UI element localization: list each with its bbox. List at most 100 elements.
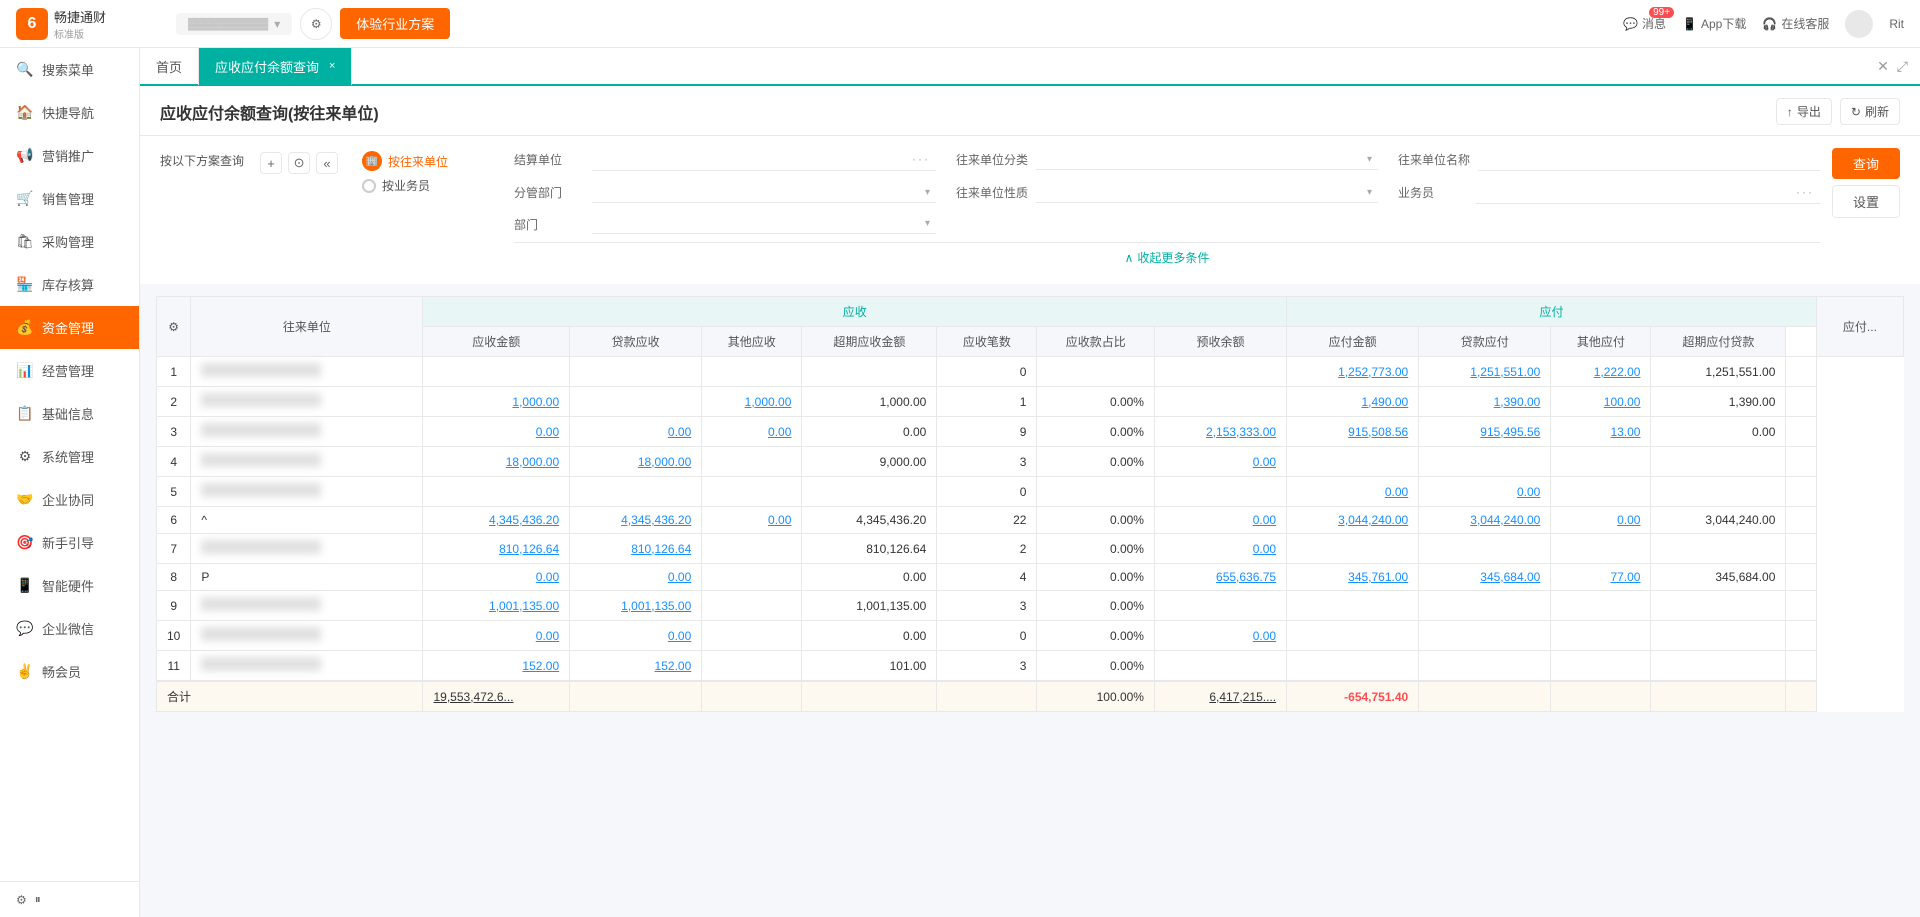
- app-download-btn[interactable]: 📱 App下载: [1682, 15, 1746, 32]
- sidebar-item-purchase[interactable]: 🛍 采购管理: [0, 220, 139, 263]
- sidebar-label-inventory: 库存核算: [42, 275, 94, 294]
- industry-solution-button[interactable]: 体验行业方案: [340, 8, 450, 39]
- sidebar-item-marketing[interactable]: 📢 营销推广: [0, 134, 139, 177]
- tab-home[interactable]: 首页: [140, 47, 199, 85]
- filter-field-jiesuan: 结算单位 ···: [514, 148, 936, 171]
- top-bar-right: 💬 消息 99+ 📱 App下载 🎧 在线客服 Rit: [1623, 10, 1904, 38]
- th-ap-other: 其他应付: [1551, 327, 1651, 357]
- top-bar: 6 畅捷通财 标准版 ▓▓▓▓▓▓▓▓▓▓ ▾ ⚙ 体验行业方案 💬 消息 99…: [0, 0, 1920, 48]
- table-body: 101,252,773.001,251,551.001,222.001,251,…: [157, 357, 1904, 682]
- sidebar-item-inventory[interactable]: 🏪 库存核算: [0, 263, 139, 306]
- filter-collapse-btn[interactable]: «: [316, 152, 338, 174]
- filter-field-fenguan: 分管部门 ▾: [514, 181, 936, 204]
- filter-add-btn[interactable]: +: [260, 152, 282, 174]
- wechat-icon: 💬: [16, 620, 34, 637]
- sidebar-item-finance[interactable]: 💰 资金管理: [0, 306, 139, 349]
- enterprise-icon: 🤝: [16, 491, 34, 508]
- total-label: 合计: [157, 681, 423, 712]
- avatar[interactable]: [1845, 10, 1873, 38]
- export-button[interactable]: ↑ 导出: [1776, 98, 1832, 125]
- settings-bottom-icon[interactable]: ⚙: [16, 893, 27, 907]
- tab-ar-ap-label: 应收应付余额查询: [215, 57, 319, 76]
- collapse-icon[interactable]: ⏸: [35, 892, 41, 907]
- table-settings-col[interactable]: ⚙: [157, 297, 191, 357]
- logo-area: 6 畅捷通财 标准版: [16, 7, 156, 41]
- chevron-dept-icon: ▾: [925, 218, 930, 229]
- table-col-ar-group: 应收: [423, 297, 1287, 327]
- settings-icon[interactable]: ⚙: [300, 8, 332, 40]
- sidebar-label-base-info: 基础信息: [42, 404, 94, 423]
- settings-query-button[interactable]: 设置: [1832, 185, 1900, 218]
- filter-input-wanglai-nature[interactable]: ▾: [1036, 183, 1378, 203]
- service-icon: 🎧: [1762, 17, 1777, 31]
- filter-label-dept: 部门: [514, 216, 584, 233]
- tab-ar-ap[interactable]: 应收应付余额查询 ×: [199, 47, 352, 85]
- query-button[interactable]: 查询: [1832, 148, 1900, 179]
- th-ar-loan: 贷款应收: [570, 327, 702, 357]
- messages-btn[interactable]: 💬 消息 99+: [1623, 15, 1666, 32]
- filter-settings-btn[interactable]: ⊙: [288, 152, 310, 174]
- total-ar-ratio: 100.00%: [1037, 681, 1155, 712]
- table-row: 500.000.00: [157, 477, 1904, 507]
- table-row: 418,000.0018,000.009,000.0030.00%0.00: [157, 447, 1904, 477]
- sidebar-label-wechat: 企业微信: [42, 619, 94, 638]
- finance-icon: 💰: [16, 319, 34, 336]
- table-area: ⚙ 往来单位 应收 应付 应付... 应收金额 贷款应收 其他应收 超期应收金额…: [140, 284, 1920, 917]
- sidebar-item-smart-hw[interactable]: 📱 智能硬件: [0, 564, 139, 607]
- sidebar-item-member[interactable]: ✌ 畅会员: [0, 650, 139, 693]
- filter-input-salesman[interactable]: ···: [1476, 181, 1820, 204]
- sidebar-item-wechat[interactable]: 💬 企业微信: [0, 607, 139, 650]
- address-bar[interactable]: ▓▓▓▓▓▓▓▓▓▓ ▾: [176, 13, 292, 35]
- main-content: 首页 应收应付余额查询 × ✕ ⤢ 应收应付余额查询(按往来单位) ↑ 导出: [140, 48, 1920, 917]
- total-ar-amount[interactable]: 19,553,472.6...: [423, 681, 570, 712]
- operations-icon: 📊: [16, 362, 34, 379]
- messages-badge: 99+: [1649, 7, 1674, 18]
- sidebar-label-sales: 销售管理: [42, 189, 94, 208]
- refresh-label: 刷新: [1865, 103, 1889, 120]
- maximize-window-icon[interactable]: ⤢: [1897, 58, 1908, 75]
- sidebar-item-system[interactable]: ⚙ 系统管理: [0, 435, 139, 478]
- refresh-button[interactable]: ↻ 刷新: [1840, 98, 1900, 125]
- export-label: 导出: [1797, 103, 1821, 120]
- filter-input-wanglai-cat[interactable]: ▾: [1036, 150, 1378, 170]
- filter-nav-by-unit[interactable]: 🏢 按往来单位: [362, 148, 482, 174]
- filter-nav-by-staff[interactable]: 按业务员: [362, 174, 482, 197]
- close-window-icon[interactable]: ✕: [1877, 58, 1889, 75]
- sidebar-item-operations[interactable]: 📊 经营管理: [0, 349, 139, 392]
- filter-input-wanglai-name[interactable]: [1478, 148, 1820, 171]
- table-row: 7810,126.64810,126.64810,126.6420.00%0.0…: [157, 534, 1904, 564]
- filter-input-jiesuan[interactable]: ···: [592, 148, 936, 171]
- refresh-icon: ↻: [1851, 105, 1861, 119]
- sidebar-item-quick-nav[interactable]: 🏠 快捷导航: [0, 91, 139, 134]
- page-header: 应收应付余额查询(按往来单位) ↑ 导出 ↻ 刷新: [140, 86, 1920, 136]
- total-ar-prepay[interactable]: 6,417,215....: [1154, 681, 1286, 712]
- sidebar-item-enterprise[interactable]: 🤝 企业协同: [0, 478, 139, 521]
- collapse-more-btn[interactable]: ∧ 收起更多条件: [514, 242, 1820, 272]
- sidebar-item-guide[interactable]: 🎯 新手引导: [0, 521, 139, 564]
- tab-close-icon[interactable]: ×: [329, 60, 335, 72]
- filter-input-fenguan[interactable]: ▾: [592, 183, 936, 203]
- filter-icons: + ⊙ «: [260, 152, 338, 174]
- sidebar-label-search-menu: 搜索菜单: [42, 60, 94, 79]
- page-title: 应收应付余额查询(按往来单位): [160, 100, 379, 124]
- filter-input-dept[interactable]: ▾: [592, 214, 936, 234]
- online-service-btn[interactable]: 🎧 在线客服: [1762, 15, 1829, 32]
- total-row: 合计 19,553,472.6... 100.00% 6,417,215....…: [157, 681, 1904, 712]
- th-ar-overdue: 超期应收金额: [802, 327, 937, 357]
- filter-label-fenguan: 分管部门: [514, 184, 584, 201]
- chevron-up-icon: ∧: [1125, 251, 1134, 265]
- sidebar-item-sales[interactable]: 🛒 销售管理: [0, 177, 139, 220]
- filter-label-wanglai-nature: 往来单位性质: [956, 184, 1028, 201]
- total-ap-overdue: [1651, 681, 1786, 712]
- sidebar-item-base-info[interactable]: 📋 基础信息: [0, 392, 139, 435]
- query-buttons: 查询 设置: [1832, 148, 1900, 218]
- export-icon: ↑: [1787, 105, 1793, 119]
- filter-field-wanglai-cat: 往来单位分类 ▾: [956, 148, 1378, 171]
- sidebar-item-search-menu[interactable]: 🔍 搜索菜单: [0, 48, 139, 91]
- filter-label-jiesuan: 结算单位: [514, 151, 584, 168]
- jiesuan-ellipsis: ···: [912, 152, 930, 166]
- sidebar-label-member: 畅会员: [42, 662, 81, 681]
- sidebar-label-smart-hw: 智能硬件: [42, 576, 94, 595]
- message-icon: 💬: [1623, 17, 1638, 31]
- filter-area: 按以下方案查询 + ⊙ « 🏢 按往来单位 按业务员: [140, 136, 1920, 284]
